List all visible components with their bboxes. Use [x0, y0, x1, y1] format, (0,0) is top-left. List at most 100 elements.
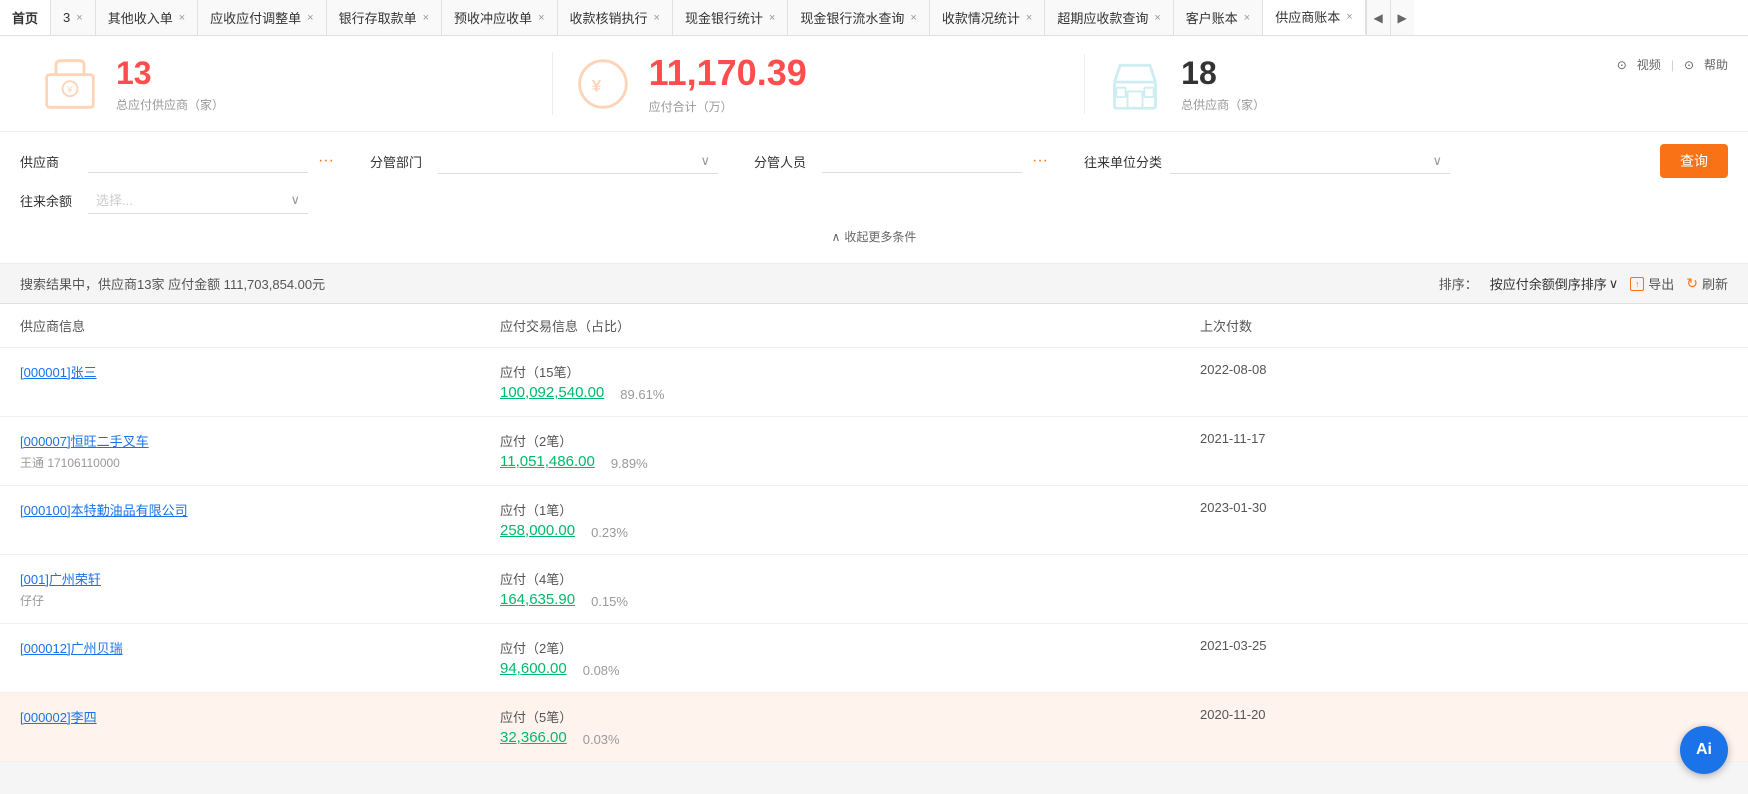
total-suppliers-value: 18: [1181, 55, 1265, 92]
dept-label: 分管部门: [370, 152, 430, 171]
balance-select[interactable]: 选择... ∨: [88, 186, 308, 214]
video-link[interactable]: 视频: [1637, 56, 1661, 73]
tab-ar-ap-adjust-close[interactable]: ×: [307, 12, 313, 24]
tab-other-income[interactable]: 其他收入单 ×: [96, 0, 198, 35]
transaction-cell-4: 应付（2笔） 94,600.00 0.08%: [500, 638, 1200, 678]
tab-prepay-offset[interactable]: 预收冲应收单 ×: [442, 0, 557, 35]
table-row: [001]广州荣轩 仔仔 应付（4笔） 164,635.90 0.15%: [0, 555, 1748, 624]
tab-ar-ap-adjust[interactable]: 应收应付调整单 ×: [198, 0, 326, 35]
col-header-transaction: 应付交易信息（占比）: [500, 316, 1200, 335]
trans-amount-3[interactable]: 164,635.90: [500, 591, 575, 608]
lastpay-cell-5: 2020-11-20: [1200, 707, 1728, 722]
trans-amount-5[interactable]: 32,366.00: [500, 729, 567, 746]
col-header-supplier: 供应商信息: [20, 316, 500, 335]
trans-pct-2: 0.23%: [591, 525, 628, 540]
supplier-dots[interactable]: ···: [318, 152, 334, 170]
total-suppliers-label: 总供应商（家）: [1181, 96, 1265, 113]
lastpay-5: 2020-11-20: [1200, 707, 1266, 722]
trans-amount-0[interactable]: 100,092,540.00: [500, 384, 604, 401]
tab-cash-bank-stat-close[interactable]: ×: [769, 12, 775, 24]
balance-placeholder: 选择...: [96, 190, 133, 209]
tab-customer-ledger-close[interactable]: ×: [1244, 12, 1250, 24]
person-input[interactable]: [822, 149, 1022, 173]
tab-home[interactable]: 首页: [0, 0, 51, 35]
tab-cash-bank-stat[interactable]: 现金银行统计 ×: [673, 0, 788, 35]
refresh-button[interactable]: ↻ 刷新: [1686, 274, 1728, 293]
lastpay-2: 2023-01-30: [1200, 500, 1267, 515]
category-label: 往来单位分类: [1084, 152, 1162, 171]
filter-balance: 往来余额 选择... ∨: [20, 186, 308, 214]
tab-payment-exec-close[interactable]: ×: [654, 12, 660, 24]
tab-3[interactable]: 3 ×: [51, 0, 96, 35]
dept-select[interactable]: ∨: [438, 149, 718, 174]
trans-pct-4: 0.08%: [583, 663, 620, 678]
svg-text:¥: ¥: [66, 84, 73, 94]
tab-nav-right[interactable]: ▶: [1390, 0, 1414, 35]
supplier-name-0[interactable]: [000001]张三: [20, 362, 500, 381]
supplier-name-3[interactable]: [001]广州荣轩: [20, 569, 500, 588]
category-select[interactable]: ∨: [1170, 149, 1450, 174]
amount-icon: ¥: [573, 54, 633, 114]
transaction-cell-5: 应付（5笔） 32,366.00 0.03%: [500, 707, 1200, 747]
supplier-name-1[interactable]: [000007]恒旺二手叉车: [20, 431, 500, 450]
summary-info-2: 11,170.39 应付合计（万）: [649, 52, 807, 115]
trans-row-0: 100,092,540.00 89.61%: [500, 381, 1200, 402]
tab-supplier-ledger-label: 供应商账本: [1275, 7, 1340, 26]
svg-text:¥: ¥: [591, 76, 601, 95]
help-link[interactable]: 帮助: [1704, 56, 1728, 73]
balance-arrow-icon: ∨: [290, 192, 300, 208]
trans-amount-1[interactable]: 11,051,486.00: [500, 453, 595, 470]
result-text: 搜索结果中，供应商13家 应付金额 111,703,854.00元: [20, 274, 325, 293]
tab-other-income-close[interactable]: ×: [179, 12, 185, 24]
export-button[interactable]: ↑ 导出: [1630, 274, 1674, 293]
tab-supplier-ledger[interactable]: 供应商账本 ×: [1263, 0, 1365, 35]
supplier-cell-0: [000001]张三: [20, 362, 500, 385]
tab-3-close[interactable]: ×: [76, 12, 82, 24]
person-dots[interactable]: ···: [1032, 152, 1048, 170]
tab-prepay-offset-close[interactable]: ×: [538, 12, 544, 24]
supplier-name-4[interactable]: [000012]广州贝瑞: [20, 638, 500, 657]
collapse-button[interactable]: ∧ 收起更多条件: [826, 222, 923, 251]
separator: |: [1671, 58, 1674, 72]
trans-amount-4[interactable]: 94,600.00: [500, 660, 567, 677]
supplier-cell-2: [000100]本特勤油品有限公司: [20, 500, 500, 523]
export-icon: ↑: [1630, 277, 1644, 291]
tab-3-label: 3: [63, 10, 70, 25]
lastpay-0: 2022-08-08: [1200, 362, 1267, 377]
ai-button[interactable]: Ai: [1680, 726, 1728, 774]
tab-payment-exec[interactable]: 收款核销执行 ×: [558, 0, 673, 35]
export-label: 导出: [1648, 274, 1674, 293]
tab-home-label: 首页: [12, 8, 38, 27]
transaction-cell-0: 应付（15笔） 100,092,540.00 89.61%: [500, 362, 1200, 402]
tab-nav-left[interactable]: ◀: [1366, 0, 1390, 35]
tab-bank-deposit-close[interactable]: ×: [423, 12, 429, 24]
tab-overdue-ar-close[interactable]: ×: [1154, 12, 1160, 24]
query-button[interactable]: 查询: [1660, 144, 1728, 178]
total-ap-amount-label: 应付合计（万）: [649, 98, 807, 115]
table-row: [000001]张三 应付（15笔） 100,092,540.00 89.61%…: [0, 348, 1748, 417]
tab-collection-stat-close[interactable]: ×: [1026, 12, 1032, 24]
supplier-name-5[interactable]: [000002]李四: [20, 707, 500, 726]
trans-pct-3: 0.15%: [591, 594, 628, 609]
tab-overdue-ar[interactable]: 超期应收款查询 ×: [1045, 0, 1173, 35]
table-row: [000002]李四 应付（5笔） 32,366.00 0.03% 2020-1…: [0, 693, 1748, 762]
filter-supplier: 供应商 ···: [20, 149, 334, 173]
trans-row-1: 11,051,486.00 9.89%: [500, 450, 1200, 471]
sort-arrow-icon: ∨: [1609, 276, 1619, 292]
tab-cash-bank-flow[interactable]: 现金银行流水查询 ×: [788, 0, 929, 35]
tab-collection-stat[interactable]: 收款情况统计 ×: [930, 0, 1045, 35]
summary-card-2: ¥ 11,170.39 应付合计（万）: [552, 52, 1085, 115]
supplier-input[interactable]: [88, 149, 308, 173]
trans-amount-2[interactable]: 258,000.00: [500, 522, 575, 539]
tab-cash-bank-flow-close[interactable]: ×: [910, 12, 916, 24]
trans-label-5: 应付（5笔）: [500, 707, 1200, 726]
tab-bank-deposit[interactable]: 银行存取款单 ×: [327, 0, 442, 35]
refresh-label: 刷新: [1702, 274, 1728, 293]
tab-customer-ledger[interactable]: 客户账本 ×: [1174, 0, 1263, 35]
supplier-name-2[interactable]: [000100]本特勤油品有限公司: [20, 500, 500, 519]
sort-select[interactable]: 按应付余额倒序排序 ∨: [1490, 274, 1619, 293]
filter-row-2: 往来余额 选择... ∨: [20, 186, 1728, 214]
tab-supplier-ledger-close[interactable]: ×: [1346, 11, 1352, 23]
filter-category: 往来单位分类 ∨: [1084, 149, 1450, 174]
supplier-contact-3: 仔仔: [20, 592, 500, 609]
